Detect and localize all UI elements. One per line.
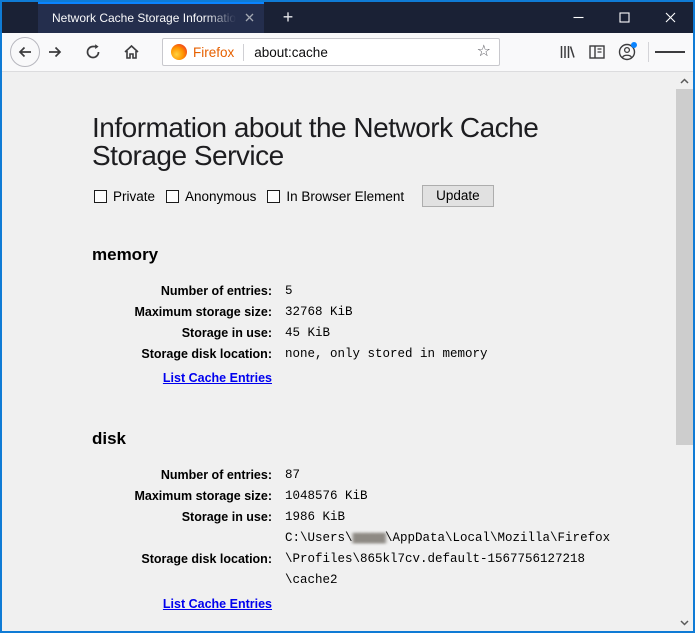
reload-button[interactable]: [78, 37, 108, 67]
urlbar-separator: [243, 43, 245, 61]
tab-title: Network Cache Storage Information: [52, 10, 240, 25]
anonymous-checkbox-label: Anonymous: [185, 188, 257, 204]
url-text[interactable]: about:cache: [254, 45, 476, 60]
browser-window: Network Cache Storage Information + Fire…: [0, 0, 695, 633]
window-controls: [555, 2, 693, 33]
maximize-button[interactable]: [601, 2, 647, 33]
firefox-logo-icon: [171, 44, 187, 60]
navigation-toolbar: Firefox about:cache ☆: [2, 33, 693, 72]
content-area: Information about the Network Cache Stor…: [2, 72, 693, 631]
table-row-disk-location: Storage disk location: C:\Users\█████\Ap…: [92, 528, 676, 591]
account-icon[interactable]: [612, 37, 642, 67]
memory-link-row: List Cache Entries: [92, 371, 272, 385]
anonymous-checkbox[interactable]: [166, 189, 180, 203]
active-tab-indicator: [38, 2, 264, 4]
new-tab-button[interactable]: +: [272, 2, 304, 33]
scroll-down-icon[interactable]: [676, 614, 693, 631]
toolbar-separator: [648, 42, 649, 62]
table-row: Maximum storage size: 32768 KiB: [134, 305, 353, 319]
memory-section-heading: memory: [92, 245, 159, 264]
back-button[interactable]: [10, 37, 40, 67]
redacted-username: █████: [352, 532, 387, 544]
close-window-button[interactable]: [647, 2, 693, 33]
minimize-button[interactable]: [555, 2, 601, 33]
account-notification-dot: [631, 42, 637, 48]
forward-button[interactable]: [40, 37, 70, 67]
bookmark-star-icon[interactable]: ☆: [477, 44, 491, 60]
disk-list-cache-entries-link[interactable]: List Cache Entries: [163, 597, 272, 611]
table-row: Storage in use: 1986 KiB: [181, 510, 346, 524]
url-bar[interactable]: Firefox about:cache ☆: [162, 38, 500, 66]
tab-active[interactable]: Network Cache Storage Information: [38, 2, 264, 33]
table-row: Maximum storage size: 1048576 KiB: [134, 489, 368, 503]
memory-cache-table: Number of entries: 5 Maximum storage siz…: [92, 281, 676, 385]
table-row: Number of entries: 5: [160, 284, 293, 298]
table-row: Number of entries: 87: [160, 468, 301, 482]
in-browser-element-checkbox[interactable]: [267, 189, 281, 203]
in-browser-element-checkbox-label: In Browser Element: [286, 188, 405, 204]
disk-cache-table: Number of entries: 87 Maximum storage si…: [92, 465, 676, 611]
home-button[interactable]: [116, 37, 146, 67]
memory-list-cache-entries-link[interactable]: List Cache Entries: [163, 371, 272, 385]
table-row: Storage in use: 45 KiB: [181, 326, 331, 340]
menu-icon[interactable]: [655, 37, 685, 67]
disk-location-value: C:\Users\█████\AppData\Local\Mozilla\Fir…: [285, 531, 611, 587]
tabbar-spacer: [304, 2, 555, 33]
disk-section-heading: disk: [92, 429, 127, 448]
private-checkbox-label: Private: [113, 188, 156, 204]
vertical-scrollbar[interactable]: [676, 72, 693, 631]
cache-filter-controls: Private Anonymous In Browser Element Upd…: [94, 185, 676, 207]
search-engine-label: Firefox: [193, 44, 235, 60]
about-cache-page: Information about the Network Cache Stor…: [2, 72, 676, 631]
library-icon[interactable]: [552, 37, 582, 67]
update-button[interactable]: Update: [422, 185, 494, 207]
page-title: Information about the Network Cache Stor…: [92, 112, 539, 171]
private-checkbox[interactable]: [94, 189, 107, 203]
tab-close-icon[interactable]: [240, 9, 258, 27]
disk-link-row: List Cache Entries: [92, 597, 272, 611]
tab-bar: Network Cache Storage Information +: [2, 2, 693, 33]
table-row: Storage disk location: none, only stored…: [141, 347, 488, 361]
scrollbar-thumb[interactable]: [676, 89, 693, 445]
sidebar-icon[interactable]: [582, 37, 612, 67]
scroll-up-icon[interactable]: [676, 72, 693, 89]
toolbar-right-icons: [552, 37, 685, 67]
